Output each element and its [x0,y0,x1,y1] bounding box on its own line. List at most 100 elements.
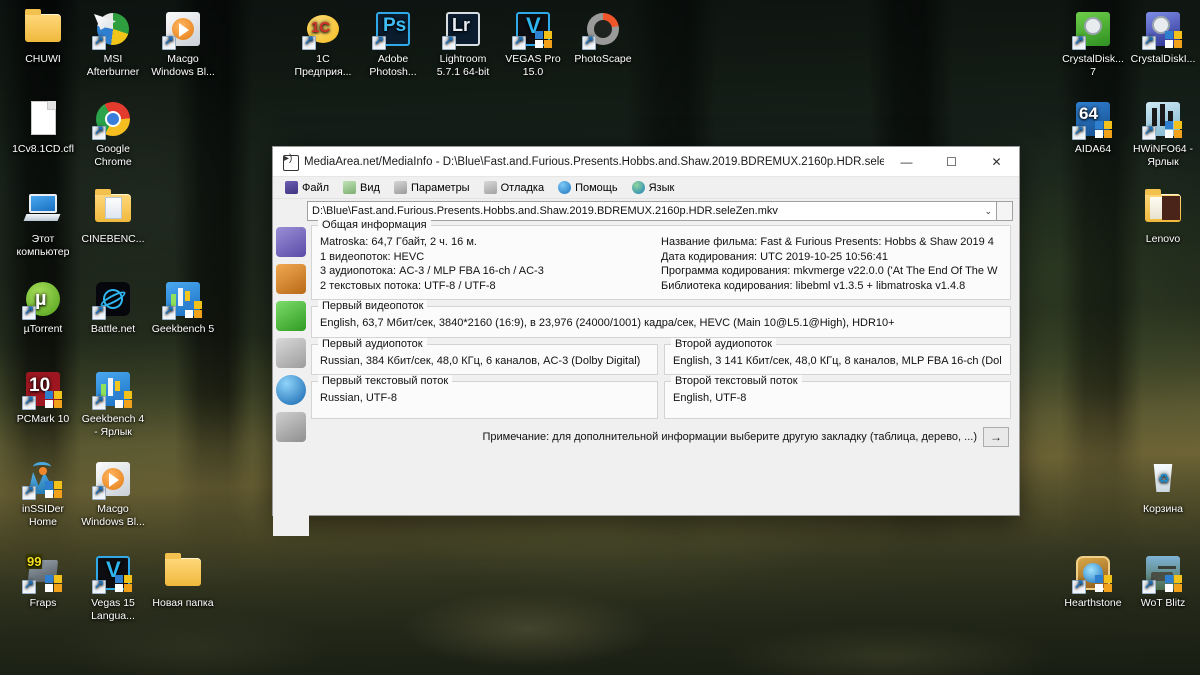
general-right-column: Название фильма: Fast & Furious Presents… [661,235,1002,293]
desktop-icon-этот[interactable]: Этот компьютер [6,188,80,258]
desktop-icon-wot-blitz[interactable]: WoT Blitz [1126,552,1200,610]
folder-media-icon[interactable] [276,264,306,294]
desktop-icon-aida64[interactable]: 64 AIDA64 [1056,98,1130,156]
next-view-button[interactable]: → [983,427,1009,447]
text-stream-group: Второй текстовый поток English, UTF-8 [664,375,1011,419]
general-line: 2 текстовых потока: UTF-8 / UTF-8 [320,279,496,292]
close-button[interactable]: ✕ [974,147,1019,177]
desktop-icon-label: 1Cv8.1CD.cfl [12,143,74,155]
onec-icon: 1С [302,8,344,50]
text-stream-line: English, UTF-8 [673,392,747,404]
thispc-icon [22,188,64,230]
note-bar: Примечание: для дополнительной информаци… [311,425,1011,447]
general-line: 1 видеопоток: HEVC [320,250,425,263]
vegas-icon: V [92,552,134,594]
desktop-icon-label: MSI Afterburner [86,53,140,78]
desktop-icon-hearthstone[interactable]: Hearthstone [1056,552,1130,610]
desktop-icon-cinebenc-[interactable]: CINEBENC... [76,188,150,246]
desktop-icon-новая-папка[interactable]: Новая папка [146,552,220,610]
general-info-group: Общая информация Matroska: 64,7 Гбайт, 2… [311,219,1011,300]
menu-item-4[interactable]: Отладка [478,179,550,196]
chevron-down-icon[interactable]: ⌄ [980,206,992,217]
desktop-icon-chuwi[interactable]: CHUWI [6,8,80,66]
menu-item-2[interactable]: Вид [337,179,386,196]
desktop-icon-geekbench-5[interactable]: Geekbench 5 [146,278,220,336]
folder-icon [22,8,64,50]
menu-item-5[interactable]: Помощь [552,179,624,196]
shortcut-overlay-icon [22,484,36,500]
note-text: Примечание: для дополнительной информаци… [482,431,978,443]
shortcut-overlay-icon [22,394,36,410]
desktop-icon-1cv8-1cd-cfl[interactable]: 1Cv8.1CD.cfl [6,98,80,156]
path-browse-button[interactable] [997,201,1013,221]
inssider-icon [22,458,64,500]
settings-wrench-icon[interactable] [276,338,306,368]
desktop-icon-adobe[interactable]: Ps AdobePhotosh... [356,8,430,78]
debug-icon [483,181,497,194]
file-path-combobox[interactable]: D:\Blue\Fast.and.Furious.Presents.Hobbs.… [307,201,997,221]
geekbench-icon [92,368,134,410]
video-stream-group: Первый видеопоток English, 63,7 Мбит/сек… [311,300,1011,338]
minimize-button[interactable]: — [884,147,929,177]
menu-item-label: Язык [648,181,675,194]
about-info-icon[interactable] [276,375,306,405]
desktop-icon-label: Vegas 15 Langua... [91,597,135,622]
audio-stream-caption: Первый аудиопоток [318,337,427,350]
web-export-icon[interactable] [276,412,306,442]
desktop-icon-crystaldiski-[interactable]: CrystalDiskI... [1126,8,1200,66]
window-title-bar[interactable]: MediaArea.net/MediaInfo - D:\Blue\Fast.a… [273,147,1019,177]
desktop-icon-lightroom[interactable]: Lr Lightroom5.7.1 64-bit [426,8,500,78]
desktop-icon-label: Fraps [29,597,57,609]
desktop-icon-label: Geekbench 5 [151,323,215,335]
desktop-icon-label: Этот компьютер [16,233,70,258]
desktop[interactable]: CHUWIMSIAfterburnerMacgoWindows Bl...1С1… [0,0,1200,675]
desktop-icon-hwinfo64-[interactable]: HWiNFO64 -Ярлык [1126,98,1200,168]
desktop-icon--torrent[interactable]: µ µTorrent [6,278,80,336]
menu-item-label: Файл [302,181,330,194]
fraps-icon: 99 [22,552,64,594]
desktop-icon-battle-net[interactable]: Battle.net [76,278,150,336]
import-info-icon[interactable] [276,301,306,331]
mediainfo-window[interactable]: MediaArea.net/MediaInfo - D:\Blue\Fast.a… [272,146,1020,536]
shortcut-overlay-icon [1142,34,1156,50]
shortcut-overlay-icon [1072,34,1086,50]
file-icon [22,98,64,140]
desktop-icon-macgo[interactable]: MacgoWindows Bl... [146,8,220,78]
desktop-icon-label: CINEBENC... [81,233,145,245]
desktop-icon-label: PhotoScape [574,53,632,65]
desktop-icon-google[interactable]: GoogleChrome [76,98,150,168]
menu-bar[interactable]: Файл Вид Параметры Отладка Помощь Язык [273,177,1019,199]
desktop-icon-pcmark-10[interactable]: 10 PCMark 10 [6,368,80,426]
utorrent-icon: µ [22,278,64,320]
shortcut-overlay-icon [372,34,386,50]
desktop-icon-lenovo[interactable]: Lenovo [1126,188,1200,246]
desktop-icon-label: Macgo Windows Bl... [81,503,145,528]
desktop-icon-macgo[interactable]: MacgoWindows Bl... [76,458,150,528]
media-search-icon[interactable] [276,227,306,257]
desktop-icon-label: Новая папка [152,597,214,609]
cdi-blue-icon [1142,8,1184,50]
shortcut-overlay-icon [162,304,176,320]
desktop-icon-vegas-pro[interactable]: V VEGAS Pro15.0 [496,8,570,78]
recycle-icon: ♻ [1142,458,1184,500]
geekbench-icon [162,278,204,320]
desktop-icon-fraps[interactable]: 99 Fraps [6,552,80,610]
desktop-icon-photoscape[interactable]: PhotoScape [566,8,640,66]
desktop-icon-msi[interactable]: MSIAfterburner [76,8,150,78]
menu-item-1[interactable]: Файл [279,179,335,196]
desktop-icon-inssider[interactable]: inSSIDerHome [6,458,80,528]
ps-icon: Ps [372,8,414,50]
audio-stream-group: Первый аудиопоток Russian, 384 Кбит/сек,… [311,337,658,375]
desktop-icon-корзина[interactable]: ♻ Корзина [1126,458,1200,516]
desktop-icon-geekbench-4[interactable]: Geekbench 4- Ярлык [76,368,150,438]
shortcut-overlay-icon [1072,578,1086,594]
desktop-icon-label: Google Chrome [94,143,132,168]
view-sidebar[interactable] [273,223,309,536]
maximize-button[interactable]: ☐ [929,147,974,177]
menu-item-3[interactable]: Параметры [388,179,476,196]
desktop-icon-crystaldisk-[interactable]: CrystalDisk...7 [1056,8,1130,78]
desktop-icon-vegas-15[interactable]: V Vegas 15Langua... [76,552,150,622]
menu-item-label: Помощь [575,181,618,194]
desktop-icon-1c[interactable]: 1С 1CПредприя... [286,8,360,78]
menu-item-6[interactable]: Язык [626,179,681,196]
